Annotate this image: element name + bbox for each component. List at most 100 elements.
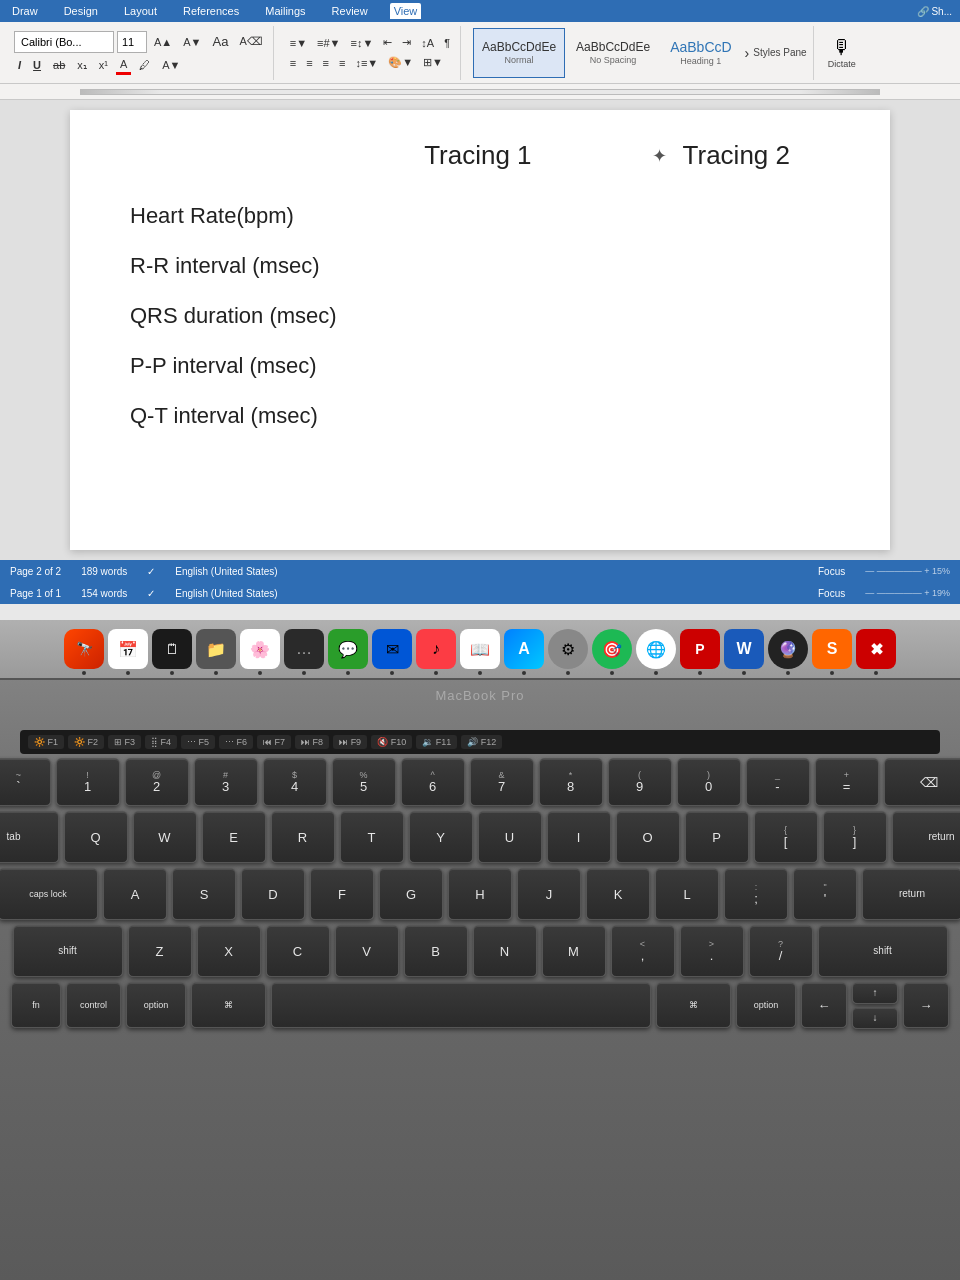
dock-item-mail[interactable]: ✉ [372, 629, 412, 669]
key-left[interactable]: ← [801, 982, 847, 1028]
dock-item-close[interactable]: ✖ [856, 629, 896, 669]
dock-item-spotify[interactable]: 🎯 [592, 629, 632, 669]
tb-prev-icon[interactable]: ⏮ F7 [257, 735, 291, 749]
dictate-button[interactable]: 🎙 Dictate [820, 36, 864, 69]
key-ctrl[interactable]: control [66, 982, 121, 1028]
key-down[interactable]: ↓ [852, 1007, 898, 1029]
key-3[interactable]: #3 [194, 758, 258, 806]
dock-item-word[interactable]: W [724, 629, 764, 669]
dock-item-appstore[interactable]: A [504, 629, 544, 669]
key-comma[interactable]: <, [611, 925, 675, 977]
focus-button2[interactable]: Focus [818, 588, 845, 599]
key-q[interactable]: Q [64, 811, 128, 863]
dock-item-sublime[interactable]: S [812, 629, 852, 669]
key-option[interactable]: option [126, 982, 186, 1028]
key-z[interactable]: Z [128, 925, 192, 977]
key-rbracket[interactable]: }] [823, 811, 887, 863]
key-b[interactable]: B [404, 925, 468, 977]
subscript-button[interactable]: x₁ [73, 57, 91, 74]
key-r[interactable]: R [271, 811, 335, 863]
key-o[interactable]: O [616, 811, 680, 863]
tb-brightness-icon[interactable]: 🔆 F1 [28, 735, 64, 749]
key-d[interactable]: D [241, 868, 305, 920]
shading-button[interactable]: 🎨▼ [384, 54, 417, 71]
key-a[interactable]: A [103, 868, 167, 920]
key-j[interactable]: J [517, 868, 581, 920]
multilevel-button[interactable]: ≡↕▼ [346, 35, 377, 51]
tab-draw[interactable]: Draw [8, 3, 42, 19]
indent-more-button[interactable]: ⇥ [398, 34, 415, 51]
tab-mailings[interactable]: Mailings [261, 3, 309, 19]
tab-references[interactable]: References [179, 3, 243, 19]
key-slash[interactable]: ?/ [749, 925, 813, 977]
tb-mute-icon[interactable]: 🔇 F10 [371, 735, 412, 749]
key-capslock[interactable]: caps lock [0, 868, 98, 920]
dock-item-photos[interactable]: 🌸 [240, 629, 280, 669]
focus-button[interactable]: Focus [818, 566, 845, 577]
key-space[interactable] [271, 982, 651, 1028]
dock-item-pdf[interactable]: P [680, 629, 720, 669]
clear-format-button[interactable]: A⌫ [235, 33, 266, 50]
key-tab[interactable]: tab [0, 811, 59, 863]
tb-volup-icon[interactable]: 🔊 F12 [461, 735, 502, 749]
key-v[interactable]: V [335, 925, 399, 977]
style-nospacing[interactable]: AaBbCcDdEe No Spacing [567, 28, 659, 78]
key-t[interactable]: T [340, 811, 404, 863]
dock-item-more[interactable]: … [284, 629, 324, 669]
key-1[interactable]: !1 [56, 758, 120, 806]
key-up[interactable]: ↑ [852, 982, 898, 1004]
key-x[interactable]: X [197, 925, 261, 977]
dock-item-messages[interactable]: 💬 [328, 629, 368, 669]
dock-item-system[interactable]: ⚙ [548, 629, 588, 669]
key-semicolon[interactable]: :; [724, 868, 788, 920]
key-shift-right[interactable]: shift [818, 925, 948, 977]
superscript-button[interactable]: x¹ [95, 57, 112, 73]
key-6[interactable]: ^6 [401, 758, 465, 806]
align-left-button[interactable]: ≡ [286, 55, 300, 71]
tb-f5-icon[interactable]: ⋯ F5 [181, 735, 215, 749]
case-button[interactable]: Aa [208, 32, 232, 51]
key-w[interactable]: W [133, 811, 197, 863]
tab-view[interactable]: View [390, 3, 422, 19]
dock-item-notes[interactable]: 🗒 [152, 629, 192, 669]
key-shift-left[interactable]: shift [13, 925, 123, 977]
key-4[interactable]: $4 [263, 758, 327, 806]
key-equals[interactable]: += [815, 758, 879, 806]
style-normal[interactable]: AaBbCcDdEe Normal [473, 28, 565, 78]
tb-next-icon[interactable]: ⏭ F9 [333, 735, 367, 749]
show-para-button[interactable]: ¶ [440, 35, 454, 51]
tb-playpause-icon[interactable]: ⏭ F8 [295, 735, 329, 749]
key-s[interactable]: S [172, 868, 236, 920]
key-tilde[interactable]: ~` [0, 758, 51, 806]
key-i[interactable]: I [547, 811, 611, 863]
tab-review[interactable]: Review [328, 3, 372, 19]
dock-item-calendar[interactable]: 📅 [108, 629, 148, 669]
tb-launchpad-icon[interactable]: ⣿ F4 [145, 735, 177, 749]
key-8[interactable]: *8 [539, 758, 603, 806]
font-color2-button[interactable]: A▼ [158, 57, 184, 73]
key-9[interactable]: (9 [608, 758, 672, 806]
key-right[interactable]: → [903, 982, 949, 1028]
style-heading1[interactable]: AaBbCcD Heading 1 [661, 28, 740, 78]
indent-less-button[interactable]: ⇤ [379, 34, 396, 51]
key-fn[interactable]: fn [11, 982, 61, 1028]
tab-design[interactable]: Design [60, 3, 102, 19]
dock-item-books[interactable]: 📖 [460, 629, 500, 669]
key-e[interactable]: E [202, 811, 266, 863]
key-m[interactable]: M [542, 925, 606, 977]
key-cmd-right[interactable]: ⌘ [656, 982, 731, 1028]
tb-mission-icon[interactable]: ⊞ F3 [108, 735, 141, 749]
key-return[interactable]: return [892, 811, 961, 863]
font-size-input[interactable] [117, 31, 147, 53]
dock-item-chrome[interactable]: 🌐 [636, 629, 676, 669]
dock-item-app2[interactable]: 🔮 [768, 629, 808, 669]
grow-font-button[interactable]: A▲ [150, 34, 176, 50]
key-h[interactable]: H [448, 868, 512, 920]
bullets-button[interactable]: ≡▼ [286, 35, 311, 51]
key-n[interactable]: N [473, 925, 537, 977]
tb-voldown-icon[interactable]: 🔉 F11 [416, 735, 457, 749]
numbering-button[interactable]: ≡#▼ [313, 35, 344, 51]
key-quote[interactable]: "' [793, 868, 857, 920]
justify-button[interactable]: ≡ [335, 55, 349, 71]
tb-f6-icon[interactable]: ⋯ F6 [219, 735, 253, 749]
